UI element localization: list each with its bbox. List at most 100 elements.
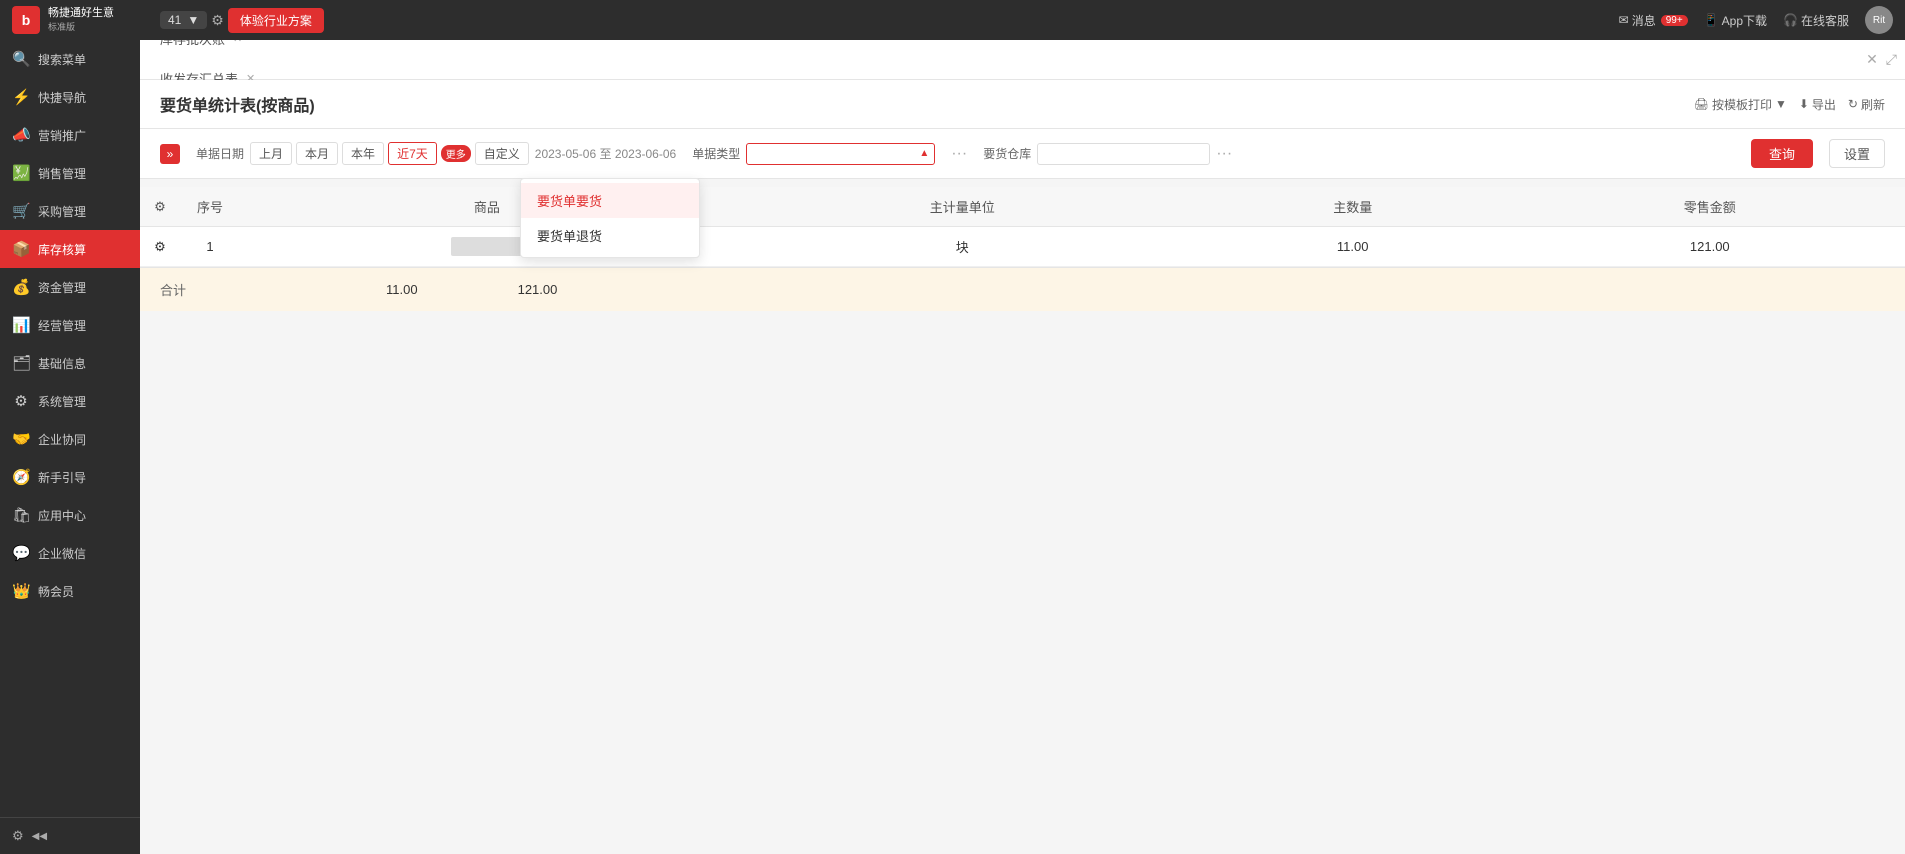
messages-btn[interactable]: ✉ 消息 99+ [1619, 12, 1688, 29]
sidebar-label-ops: 经营管理 [38, 317, 86, 334]
expand-icon[interactable]: ⤢ [1886, 51, 1897, 68]
sidebar-label-appstore: 应用中心 [38, 507, 86, 524]
top-header: b 畅捷通好生意 标准版 41 ▼ ⚙ 体验行业方案 ✉ 消息 99+ 📱 Ap… [0, 0, 1905, 40]
col-amount: 零售金额 [1515, 187, 1905, 227]
sidebar-item-wechat-biz[interactable]: 💬 企业微信 [0, 534, 140, 572]
sidebar-item-member[interactable]: 👑 畅会员 [0, 572, 140, 610]
nav-tabs: 首页库存批次账✕收发存汇总表✕要货单统计表✕ ✕ ⤢ [140, 40, 1905, 80]
sidebar-item-search[interactable]: 🔍 搜索菜单 [0, 40, 140, 78]
sidebar-item-guide[interactable]: 🧭 新手引导 [0, 458, 140, 496]
query-btn[interactable]: 查询 [1751, 139, 1813, 168]
summary-row: 合计 11.00 121.00 [140, 267, 1905, 311]
row-amount: 121.00 [1515, 227, 1905, 267]
nav-tabs-right: ✕ ⤢ [1866, 51, 1897, 68]
sidebar-label-quick-nav: 快捷导航 [38, 89, 86, 106]
sidebar-item-ops[interactable]: 📊 经营管理 [0, 306, 140, 344]
sidebar-label-inventory: 库存核算 [38, 241, 86, 258]
nav-tab-inventory-batch[interactable]: 库存批次账✕ [148, 40, 267, 60]
online-service-btn[interactable]: 🎧 在线客服 [1783, 12, 1849, 29]
sidebar-icon-sales: 💹 [12, 164, 30, 182]
col-qty: 主数量 [1191, 187, 1515, 227]
summary-data: 11.00 121.00 [226, 282, 557, 297]
settings-btn[interactable]: 设置 [1829, 139, 1885, 168]
sidebar-footer: ⚙ ◀◀ [0, 817, 140, 854]
warehouse-more-btn[interactable]: ··· [1216, 145, 1232, 163]
sidebar-item-marketing[interactable]: 📣 营销推广 [0, 116, 140, 154]
print-template-btn[interactable]: 🖨 按模板打印 ▼ [1694, 96, 1787, 113]
sidebar-item-quick-nav[interactable]: ⚡ 快捷导航 [0, 78, 140, 116]
this-year-btn[interactable]: 本年 [342, 142, 384, 165]
logo-area: b 畅捷通好生意 标准版 [12, 6, 152, 34]
sidebar-label-guide: 新手引导 [38, 469, 86, 486]
topbar-settings-icon[interactable]: ⚙ [211, 12, 224, 29]
sidebar-item-sales[interactable]: 💹 销售管理 [0, 154, 140, 192]
summary-amount: 121.00 [518, 282, 558, 297]
sidebar-icon-purchase: 🛒 [12, 202, 30, 220]
summary-qty: 11.00 [386, 282, 418, 297]
row-no: 1 [180, 227, 240, 267]
sidebar-item-inventory[interactable]: 📦 库存核算 [0, 230, 140, 268]
sidebar-label-wechat-biz: 企业微信 [38, 545, 86, 562]
sidebar-item-system[interactable]: ⚙ 系统管理 [0, 382, 140, 420]
page-content: 要货单统计表(按商品) 🖨 按模板打印 ▼ ⬇ 导出 ↻ 刷新 [140, 80, 1905, 854]
refresh-btn[interactable]: ↻ 刷新 [1848, 96, 1885, 113]
download-icon: 📱 [1704, 13, 1719, 27]
sidebar-settings-icon[interactable]: ⚙ [12, 828, 24, 844]
content-area: 首页库存批次账✕收发存汇总表✕要货单统计表✕ ✕ ⤢ 要货单统计表(按商品) 🖨… [140, 40, 1905, 854]
trial-button[interactable]: 体验行业方案 [228, 8, 324, 33]
row-qty: 11.00 [1191, 227, 1515, 267]
table-row: ⚙ 1 块 11.00 121.00 [140, 227, 1905, 267]
sidebar-label-purchase: 采购管理 [38, 203, 86, 220]
type-select-input[interactable] [746, 143, 935, 165]
last-7-days-btn[interactable]: 近7天 [388, 142, 437, 165]
more-date-badge[interactable]: 更多 [441, 145, 471, 162]
sidebar-item-appstore[interactable]: 🛍 应用中心 [0, 496, 140, 534]
last-month-btn[interactable]: 上月 [250, 142, 292, 165]
topbar-center: 41 ▼ ⚙ 体验行业方案 [152, 8, 1619, 33]
print-icon: 🖨 [1694, 97, 1709, 111]
sidebar-icon-finance: 💰 [12, 278, 30, 296]
sidebar-icon-member: 👑 [12, 582, 30, 600]
headset-icon: 🎧 [1783, 13, 1798, 27]
filter-expand-btn[interactable]: » [160, 144, 180, 164]
app-download-btn[interactable]: 📱 App下载 [1704, 12, 1767, 29]
sidebar-collapse-icon[interactable]: ◀◀ [32, 831, 47, 842]
col-settings[interactable]: ⚙ [140, 187, 180, 227]
warehouse-input[interactable] [1037, 143, 1210, 165]
sidebar-item-purchase[interactable]: 🛒 采购管理 [0, 192, 140, 230]
sidebar-item-base[interactable]: 🗂 基础信息 [0, 344, 140, 382]
type-select-wrapper: ▲ [746, 143, 935, 165]
sidebar-label-enterprise: 企业协同 [38, 431, 86, 448]
sidebar-label-system: 系统管理 [38, 393, 86, 410]
row-settings-icon[interactable]: ⚙ [140, 227, 180, 267]
page-header-actions: 🖨 按模板打印 ▼ ⬇ 导出 ↻ 刷新 [1694, 96, 1885, 125]
messages-badge: 99+ [1661, 15, 1688, 26]
user-avatar[interactable]: Rit [1865, 6, 1893, 34]
dropdown-item-order-return[interactable]: 要货单退货 [521, 218, 699, 253]
sidebar-label-member: 畅会员 [38, 583, 74, 600]
custom-date-btn[interactable]: 自定义 [475, 142, 529, 165]
sidebar-label-finance: 资金管理 [38, 279, 86, 296]
sidebar: 🔍 搜索菜单 ⚡ 快捷导航 📣 营销推广 💹 销售管理 🛒 采购管理 📦 库存核… [0, 40, 140, 854]
store-selector[interactable]: 41 ▼ [160, 11, 207, 29]
nav-tab-close-inventory-batch[interactable]: ✕ [233, 40, 242, 45]
sidebar-icon-system: ⚙ [12, 392, 30, 410]
dropdown-item-order-request[interactable]: 要货单要货 [521, 183, 699, 218]
sidebar-label-search: 搜索菜单 [38, 51, 86, 68]
table-container: ⚙ 序号 商品 主计量单位 主数量 零售金额 ⚙ 1 块 11.00 12 [140, 187, 1905, 267]
date-display: 2023-05-06 至 2023-06-06 [535, 145, 676, 162]
export-btn[interactable]: ⬇ 导出 [1799, 96, 1836, 113]
refresh-icon: ↻ [1848, 97, 1858, 111]
chevron-down-icon: ▼ [187, 13, 199, 27]
sidebar-item-finance[interactable]: 💰 资金管理 [0, 268, 140, 306]
sidebar-item-enterprise[interactable]: 🤝 企业协同 [0, 420, 140, 458]
sidebar-label-marketing: 营销推广 [38, 127, 86, 144]
close-window-icon[interactable]: ✕ [1866, 51, 1878, 68]
sidebar-icon-enterprise: 🤝 [12, 430, 30, 448]
this-month-btn[interactable]: 本月 [296, 142, 338, 165]
col-unit: 主计量单位 [734, 187, 1191, 227]
sidebar-icon-guide: 🧭 [12, 468, 30, 486]
type-dropdown-menu: 要货单要货 要货单退货 [520, 178, 700, 258]
type-filter-label: 单据类型 [692, 145, 740, 162]
filter-more-btn[interactable]: ··· [951, 145, 967, 163]
